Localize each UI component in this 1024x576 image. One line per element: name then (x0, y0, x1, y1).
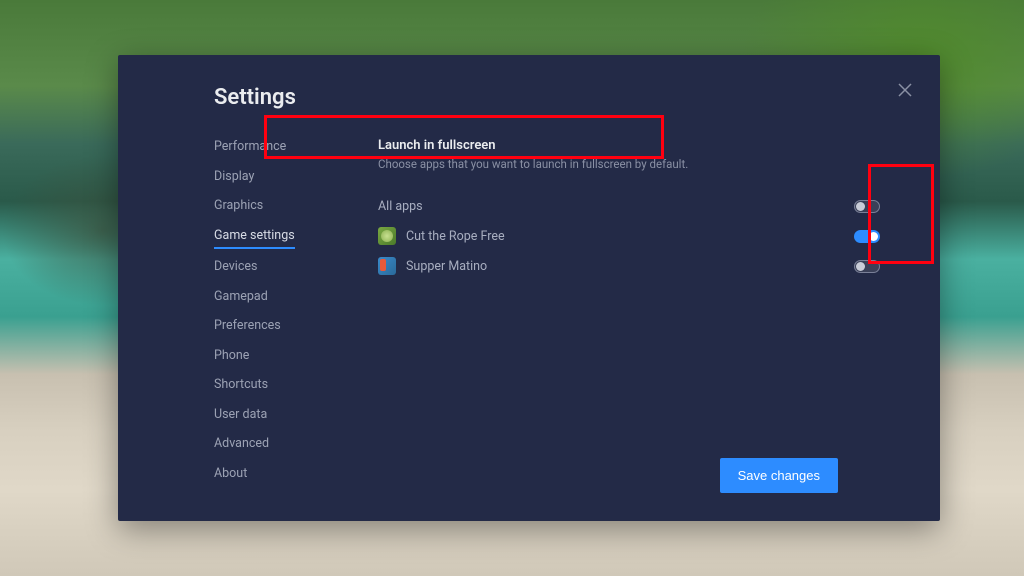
save-changes-button[interactable]: Save changes (720, 458, 838, 493)
toggle-knob (856, 262, 865, 271)
close-icon (898, 83, 912, 97)
sidebar-item-devices[interactable]: Devices (214, 252, 368, 282)
sidebar-item-game-settings[interactable]: Game settings (214, 221, 295, 250)
toggle-knob (856, 202, 865, 211)
app-icon (378, 257, 396, 275)
sidebar-item-display[interactable]: Display (214, 162, 368, 192)
all-apps-row: All apps (378, 191, 880, 221)
settings-content: Launch in fullscreen Choose apps that yo… (368, 128, 940, 521)
sidebar-item-shortcuts[interactable]: Shortcuts (214, 370, 368, 400)
annotation-highlight-header (264, 115, 664, 159)
settings-sidebar: Performance Display Graphics Game settin… (214, 128, 368, 521)
sidebar-item-gamepad[interactable]: Gamepad (214, 282, 368, 312)
sidebar-item-user-data[interactable]: User data (214, 400, 368, 430)
app-icon (378, 227, 396, 245)
app-list: All apps Cut the Rope Free Supper Matino (368, 191, 880, 281)
app-row-supper-matino: Supper Matino (378, 251, 880, 281)
sidebar-item-phone[interactable]: Phone (214, 341, 368, 371)
close-button[interactable] (898, 83, 912, 97)
sidebar-item-about[interactable]: About (214, 459, 368, 489)
sidebar-item-graphics[interactable]: Graphics (214, 191, 368, 221)
sidebar-item-advanced[interactable]: Advanced (214, 429, 368, 459)
section-description: Choose apps that you want to launch in f… (378, 157, 870, 171)
app-row-cut-the-rope: Cut the Rope Free (378, 221, 880, 251)
app-name-label: Cut the Rope Free (406, 229, 505, 244)
app-name-label: Supper Matino (406, 259, 487, 274)
sidebar-item-preferences[interactable]: Preferences (214, 311, 368, 341)
all-apps-label: All apps (378, 199, 423, 214)
annotation-highlight-toggles (868, 164, 934, 264)
